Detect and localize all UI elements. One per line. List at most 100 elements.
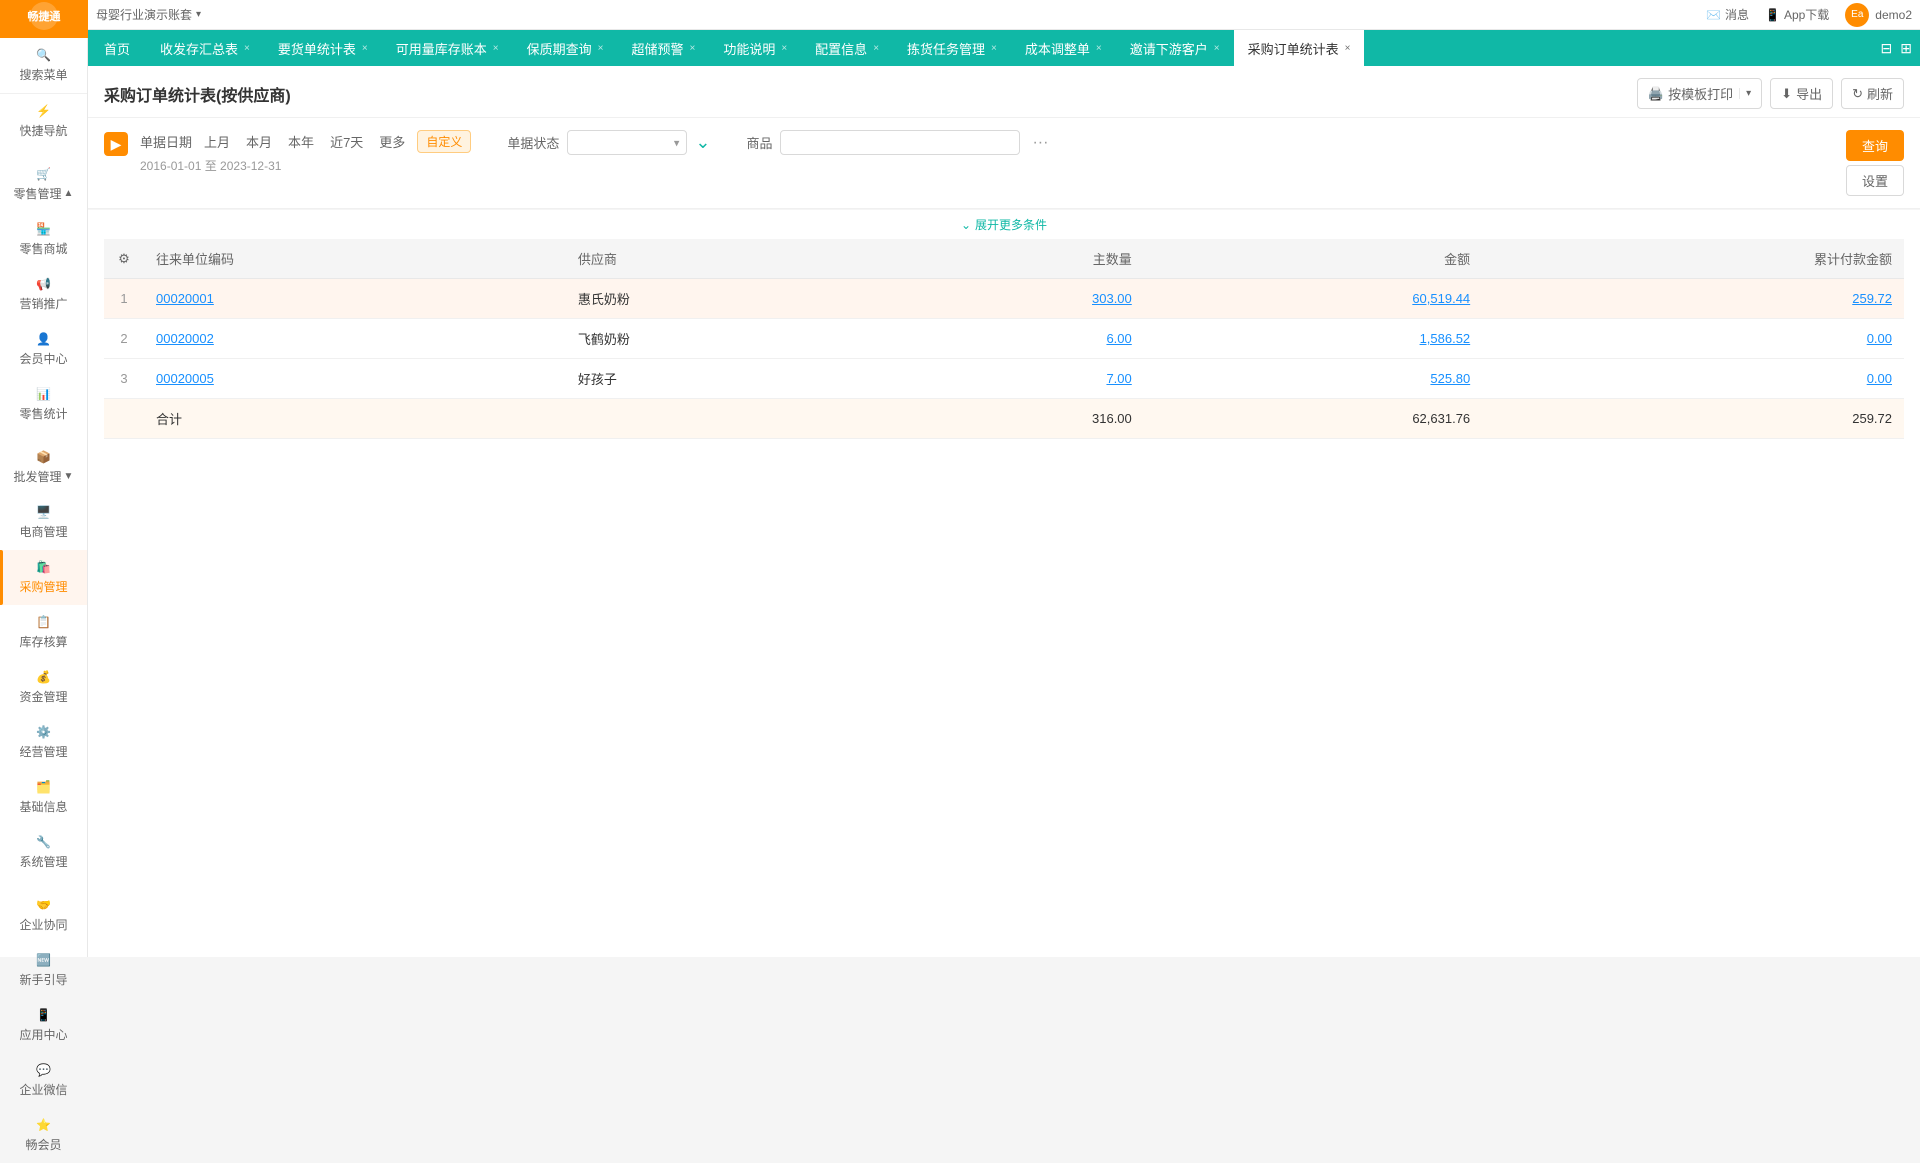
sidebar-item-appcenter[interactable]: 📱 应用中心 xyxy=(0,998,87,1053)
refresh-button[interactable]: ↻ 刷新 xyxy=(1841,78,1904,109)
sidebar-shortcut[interactable]: ⚡ 快捷导航 xyxy=(0,94,87,149)
enterprise-icon: 🤝 xyxy=(36,898,51,912)
tab-10-close[interactable]: × xyxy=(1214,43,1220,54)
date-range-display: 2016-01-01 至 2023-12-31 xyxy=(140,157,471,174)
sidebar-item-retail-stats[interactable]: 📊 零售统计 xyxy=(0,377,87,432)
sidebar-item-inventory[interactable]: 📋 库存核算 xyxy=(0,605,87,660)
shortcut-more[interactable]: 更多 xyxy=(375,130,409,153)
tab-11-close[interactable]: × xyxy=(1345,43,1351,54)
sidebar-item-vip[interactable]: ⭐ 畅会员 xyxy=(0,1108,87,1163)
tab-minimize-btn[interactable]: ⊟ xyxy=(1881,40,1893,57)
member-icon: 👤 xyxy=(36,332,51,346)
row-3-amount[interactable]: 525.80 xyxy=(1144,359,1482,399)
tab-9-close[interactable]: × xyxy=(1096,43,1102,54)
tab-3[interactable]: 可用量库存账本 × xyxy=(382,30,513,66)
row-1-supplier: 惠氏奶粉 xyxy=(566,279,880,319)
sidebar-item-wechat[interactable]: 💬 企业微信 xyxy=(0,1053,87,1108)
filter-status-section: 单据状态 ⌄ xyxy=(507,130,710,155)
tab-7[interactable]: 配置信息 × xyxy=(801,30,893,66)
tab-10[interactable]: 邀请下游客户 × xyxy=(1116,30,1234,66)
sidebar-item-ecommerce[interactable]: 🖥️ 电商管理 xyxy=(0,495,87,550)
app-download-btn[interactable]: 📱 App下载 xyxy=(1765,6,1829,23)
expand-more-btn[interactable]: ⌄ 展开更多条件 xyxy=(88,209,1920,239)
chevron-down-icon-2: ▼ xyxy=(64,471,74,482)
sidebar-item-marketing[interactable]: 📢 营销推广 xyxy=(0,267,87,322)
status-select[interactable] xyxy=(567,130,687,155)
sidebar-item-finance[interactable]: 💰 资金管理 xyxy=(0,660,87,715)
sidebar-item-member[interactable]: 👤 会员中心 xyxy=(0,322,87,377)
tab-home[interactable]: 首页 xyxy=(88,30,146,66)
tab-4[interactable]: 保质期查询 × xyxy=(513,30,618,66)
sidebar-item-system[interactable]: 🔧 系统管理 xyxy=(0,825,87,880)
goods-input[interactable] xyxy=(780,130,1020,155)
shortcut-this-month[interactable]: 本月 xyxy=(242,130,276,153)
column-settings-icon[interactable]: ⚙ xyxy=(118,251,130,266)
tab-2-close[interactable]: × xyxy=(362,43,368,54)
user-profile[interactable]: Ea demo2 xyxy=(1845,3,1912,27)
svg-text:畅捷通: 畅捷通 xyxy=(27,9,60,23)
purchase-icon: 🛍️ xyxy=(36,560,51,574)
tab-5[interactable]: 超储预警 × xyxy=(617,30,709,66)
tab-9[interactable]: 成本调整单 × xyxy=(1011,30,1116,66)
row-2-index: 2 xyxy=(104,319,144,359)
sidebar-item-retail[interactable]: 🛒 零售管理 ▲ xyxy=(0,157,87,212)
status-clear-icon[interactable]: ⌄ xyxy=(695,132,710,153)
sidebar-item-basic[interactable]: 🗂️ 基础信息 xyxy=(0,770,87,825)
row-2-paid[interactable]: 0.00 xyxy=(1482,319,1904,359)
page-header: 采购订单统计表(按供应商) 🖨️ 按模板打印 ▾ ⬇ 导出 ↻ 刷新 xyxy=(88,66,1920,118)
tab-7-close[interactable]: × xyxy=(873,43,879,54)
sidebar-item-newguide[interactable]: 🆕 新手引导 xyxy=(0,943,87,998)
shortcut-this-year[interactable]: 本年 xyxy=(284,130,318,153)
tab-6[interactable]: 功能说明 × xyxy=(709,30,801,66)
sidebar-item-enterprise[interactable]: 🤝 企业协同 xyxy=(0,888,87,943)
row-3-code[interactable]: 00020005 xyxy=(144,359,566,399)
search-icon: 🔍 xyxy=(36,48,51,62)
tab-3-close[interactable]: × xyxy=(493,43,499,54)
sidebar-item-purchase[interactable]: 🛍️ 采购管理 xyxy=(0,550,87,605)
row-1-qty[interactable]: 303.00 xyxy=(880,279,1144,319)
tab-5-close[interactable]: × xyxy=(689,43,695,54)
tab-1-close[interactable]: × xyxy=(244,43,250,54)
tab-2[interactable]: 要货单统计表 × xyxy=(264,30,382,66)
sidebar-item-retail-mall[interactable]: 🏪 零售商城 xyxy=(0,212,87,267)
tab-8[interactable]: 拣货任务管理 × xyxy=(893,30,1011,66)
tabnav-actions: ⊟ ⊞ xyxy=(1881,40,1920,57)
row-1-code[interactable]: 00020001 xyxy=(144,279,566,319)
message-btn[interactable]: ✉️ 消息 xyxy=(1706,6,1749,23)
printer-icon: 🖨️ xyxy=(1648,86,1664,102)
tab-6-close[interactable]: × xyxy=(781,43,787,54)
row-2-code[interactable]: 00020002 xyxy=(144,319,566,359)
workspace-selector[interactable]: 母婴行业演示账套 ▾ xyxy=(96,6,201,23)
row-1-paid[interactable]: 259.72 xyxy=(1482,279,1904,319)
row-1-index: 1 xyxy=(104,279,144,319)
topbar-right: ✉️ 消息 📱 App下载 Ea demo2 xyxy=(1706,3,1912,27)
row-2-amount[interactable]: 1,586.52 xyxy=(1144,319,1482,359)
main-content: 母婴行业演示账套 ▾ ✉️ 消息 📱 App下载 Ea demo2 首页 xyxy=(88,0,1920,957)
tab-1[interactable]: 收发存汇总表 × xyxy=(146,30,264,66)
row-3-paid[interactable]: 0.00 xyxy=(1482,359,1904,399)
sidebar: 畅捷通 🔍 搜索菜单 ⚡ 快捷导航 🛒 零售管理 ▲ 🏪 零售商城 📢 营销推广… xyxy=(0,0,88,957)
row-1-amount[interactable]: 60,519.44 xyxy=(1144,279,1482,319)
filter-toggle-btn[interactable]: ▶ xyxy=(104,132,128,156)
row-3-qty[interactable]: 7.00 xyxy=(880,359,1144,399)
shortcut-last-month[interactable]: 上月 xyxy=(200,130,234,153)
tab-navigation: 首页 收发存汇总表 × 要货单统计表 × 可用量库存账本 × 保质期查询 × 超… xyxy=(88,30,1920,66)
table-row: 2 00020002 飞鹤奶粉 6.00 1,586.52 0.00 xyxy=(104,319,1904,359)
print-button[interactable]: 🖨️ 按模板打印 ▾ xyxy=(1637,78,1762,109)
export-button[interactable]: ⬇ 导出 xyxy=(1770,78,1833,109)
sidebar-item-wholesale[interactable]: 📦 批发管理 ▼ xyxy=(0,440,87,495)
tab-8-close[interactable]: × xyxy=(991,43,997,54)
row-2-qty[interactable]: 6.00 xyxy=(880,319,1144,359)
query-button[interactable]: 查询 xyxy=(1846,130,1904,161)
goods-more-btn[interactable]: ··· xyxy=(1028,134,1052,152)
th-settings[interactable]: ⚙ xyxy=(104,239,144,279)
page-title: 采购订单统计表(按供应商) xyxy=(104,82,291,106)
tab-11[interactable]: 采购订单统计表 × xyxy=(1234,30,1365,66)
sidebar-item-operation[interactable]: ⚙️ 经营管理 xyxy=(0,715,87,770)
settings-button[interactable]: 设置 xyxy=(1846,165,1904,196)
custom-date-badge[interactable]: 自定义 xyxy=(417,130,471,153)
tab-4-close[interactable]: × xyxy=(598,43,604,54)
shortcut-7days[interactable]: 近7天 xyxy=(326,130,367,153)
sidebar-search[interactable]: 🔍 搜索菜单 xyxy=(0,38,87,94)
tab-maximize-btn[interactable]: ⊞ xyxy=(1900,40,1912,57)
